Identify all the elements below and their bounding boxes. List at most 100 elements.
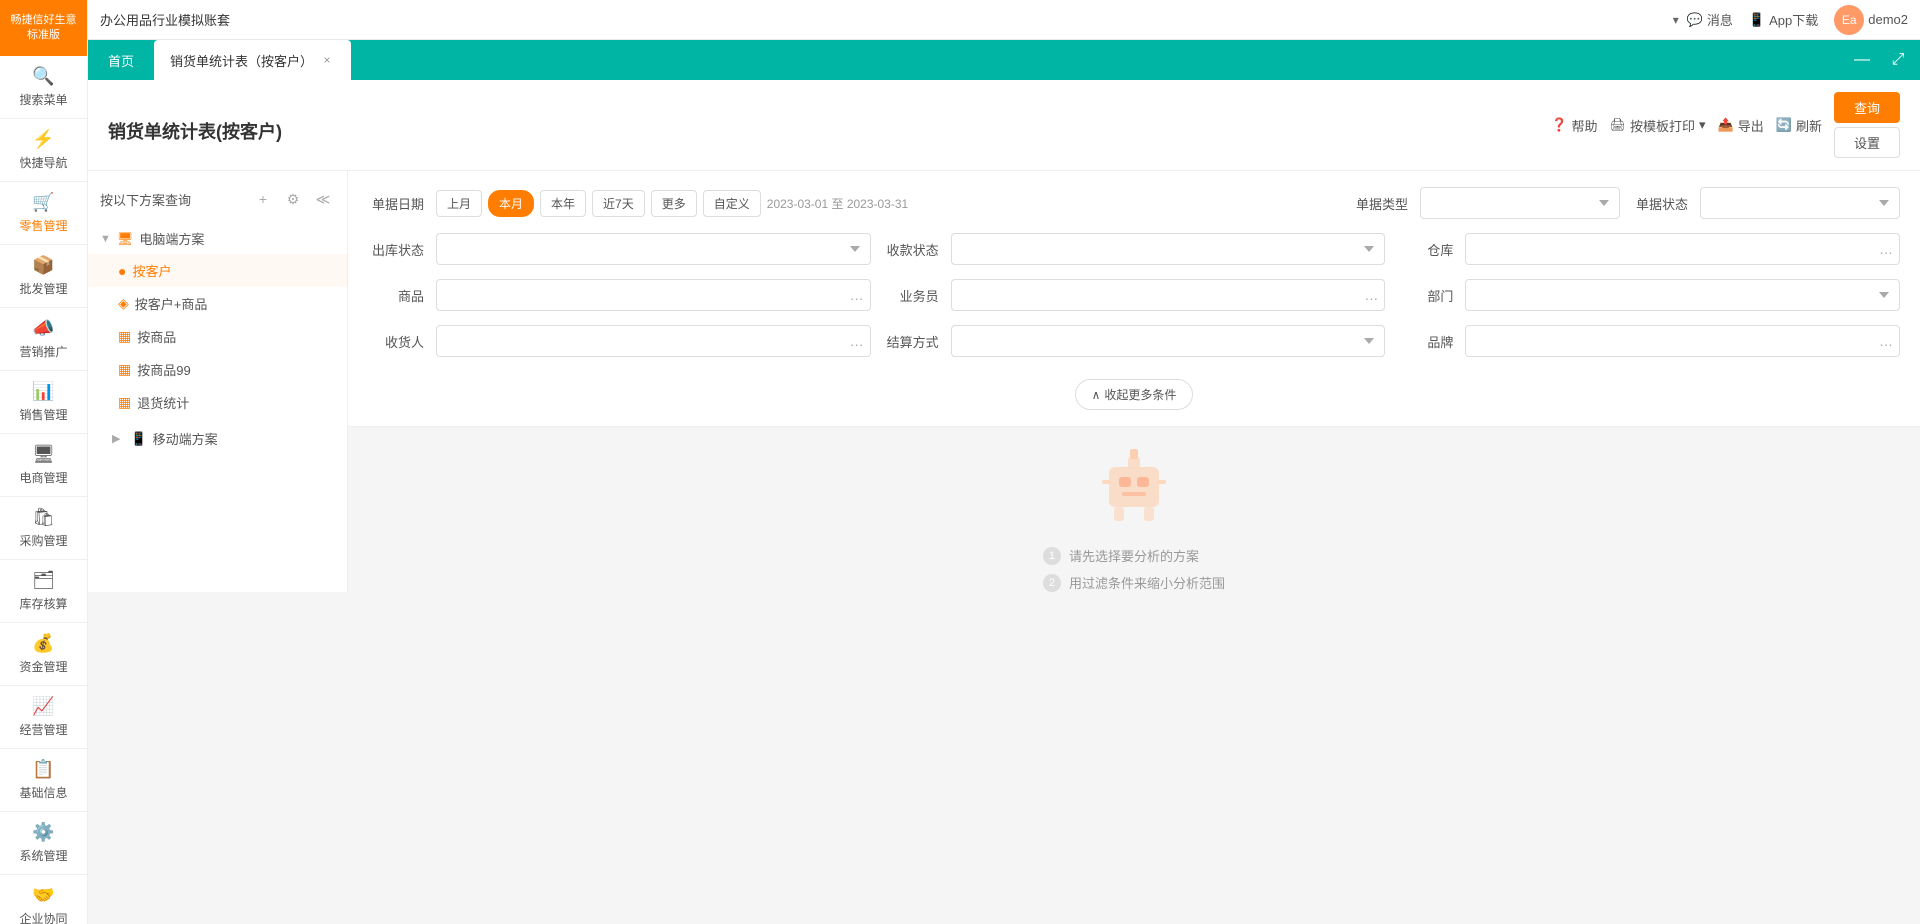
brand-input[interactable]: … bbox=[1465, 325, 1900, 357]
basic-icon: 📋 bbox=[32, 759, 54, 780]
export-action[interactable]: 📤 导出 bbox=[1718, 116, 1764, 135]
empty-tip-2: 2 用过滤条件来缩小分析范围 bbox=[1043, 573, 1225, 592]
print-dropdown-icon: ▾ bbox=[1699, 117, 1706, 133]
payment-status-label: 收款状态 bbox=[883, 240, 939, 259]
refresh-label: 刷新 bbox=[1796, 116, 1822, 135]
panel-collapse-button[interactable]: ≪ bbox=[311, 187, 335, 211]
last-month-btn[interactable]: 上月 bbox=[436, 190, 482, 217]
order-status-select[interactable] bbox=[1700, 187, 1900, 219]
out-status-select[interactable] bbox=[436, 233, 871, 265]
return-stats-label: 退货统计 bbox=[137, 393, 189, 412]
panel-item-by-goods99[interactable]: ▦ 按商品99 bbox=[88, 353, 347, 386]
main-area: 办公用品行业模拟账套 ▾ 💬 消息 📱 App下载 Ea demo2 首页 bbox=[88, 0, 1920, 924]
sidebar-item-inventory[interactable]: 🗂 库存核算 bbox=[0, 560, 88, 623]
mobile-group-arrow: ▶ bbox=[112, 432, 120, 445]
panel-item-return-stats[interactable]: ▦ 退货统计 bbox=[88, 386, 347, 419]
sidebar-item-quick-nav[interactable]: ⚡ 快捷导航 bbox=[0, 119, 88, 182]
tab-active-sales-stats[interactable]: 销货单统计表（按客户） × bbox=[154, 40, 351, 80]
left-panel: 按以下方案查询 + ⚙ ≪ ▼ 🖥 电脑端方案 ● 按客户 bbox=[88, 171, 348, 592]
collapse-button[interactable]: ∧ 收起更多条件 bbox=[1075, 379, 1194, 410]
app-download-label: App下载 bbox=[1769, 10, 1818, 29]
app-download-action[interactable]: 📱 App下载 bbox=[1749, 10, 1818, 29]
this-month-btn[interactable]: 本月 bbox=[488, 190, 534, 217]
page-header: 销货单统计表(按客户) ❓ 帮助 🖨 按模板打印 ▾ 📤 导出 🔄 刷新 bbox=[88, 80, 1920, 171]
warehouse-dots[interactable]: … bbox=[1879, 241, 1893, 257]
app-download-icon: 📱 bbox=[1749, 12, 1765, 28]
date-label: 单据日期 bbox=[368, 194, 424, 213]
inventory-icon: 🗂 bbox=[32, 570, 55, 591]
panel-item-by-customer-goods[interactable]: ◈ 按客户+商品 bbox=[88, 287, 347, 320]
help-action[interactable]: ❓ 帮助 bbox=[1551, 116, 1597, 135]
order-status-label: 单据状态 bbox=[1632, 194, 1688, 213]
by-customer-label: 按客户 bbox=[132, 261, 171, 280]
panel-add-button[interactable]: + bbox=[251, 187, 275, 211]
print-action[interactable]: 🖨 按模板打印 ▾ bbox=[1610, 116, 1706, 135]
industry-title: 办公用品行业模拟账套 bbox=[100, 10, 1665, 29]
message-action[interactable]: 💬 消息 bbox=[1687, 10, 1733, 29]
sidebar-item-marketing[interactable]: 📣 营销推广 bbox=[0, 308, 88, 371]
order-type-select[interactable] bbox=[1420, 187, 1620, 219]
panel-settings-button[interactable]: ⚙ bbox=[281, 187, 305, 211]
this-year-btn[interactable]: 本年 bbox=[540, 190, 586, 217]
sidebar-item-inventory-label: 库存核算 bbox=[19, 595, 67, 612]
goods-input[interactable]: … bbox=[436, 279, 871, 311]
mobile-group-header[interactable]: ▶ 📱 移动端方案 bbox=[88, 423, 347, 454]
pc-group-header[interactable]: ▼ 🖥 电脑端方案 bbox=[88, 223, 347, 254]
tab-restore-button[interactable]: ⤢ bbox=[1884, 46, 1912, 74]
last7days-btn[interactable]: 近7天 bbox=[592, 190, 645, 217]
sidebar-item-purchase[interactable]: 🛍 采购管理 bbox=[0, 497, 88, 560]
receiver-input[interactable]: … bbox=[436, 325, 871, 357]
sidebar-item-search-menu[interactable]: 🔍 搜索菜单 bbox=[0, 56, 88, 119]
panel-item-by-customer[interactable]: ● 按客户 bbox=[88, 254, 347, 287]
tip-num-2: 2 bbox=[1043, 574, 1061, 592]
brand-label: 品牌 bbox=[1397, 332, 1453, 351]
filter-row-4: 收货人 … 结算方式 品牌 … bbox=[368, 325, 1900, 357]
settlement-select[interactable] bbox=[951, 325, 1386, 357]
tab-home[interactable]: 首页 bbox=[88, 40, 154, 80]
department-select[interactable] bbox=[1465, 279, 1900, 311]
order-type-label: 单据类型 bbox=[1352, 194, 1408, 213]
tip-label-2: 用过滤条件来缩小分析范围 bbox=[1069, 573, 1225, 592]
refresh-action[interactable]: 🔄 刷新 bbox=[1776, 116, 1822, 135]
salesperson-dots[interactable]: … bbox=[1364, 287, 1378, 303]
industry-dropdown-arrow[interactable]: ▾ bbox=[1673, 13, 1679, 27]
more-date-btn[interactable]: 更多 bbox=[651, 190, 697, 217]
receiver-dots[interactable]: … bbox=[850, 333, 864, 349]
print-label: 按模板打印 bbox=[1630, 116, 1695, 135]
sidebar-item-search-label: 搜索菜单 bbox=[19, 91, 67, 108]
sidebar-item-sales[interactable]: 📊 销售管理 bbox=[0, 371, 88, 434]
brand-dots[interactable]: … bbox=[1879, 333, 1893, 349]
sidebar-item-enterprise[interactable]: 🤝 企业协同 bbox=[0, 875, 88, 924]
panel-header: 按以下方案查询 + ⚙ ≪ bbox=[88, 179, 347, 219]
sidebar-item-finance[interactable]: 💰 资金管理 bbox=[0, 623, 88, 686]
sidebar-item-operations-label: 经营管理 bbox=[19, 721, 67, 738]
query-button[interactable]: 查询 bbox=[1834, 92, 1900, 123]
sidebar-item-basic[interactable]: 📋 基础信息 bbox=[0, 749, 88, 812]
sidebar-item-finance-label: 资金管理 bbox=[19, 658, 67, 675]
by-customer-goods-icon: ◈ bbox=[118, 295, 129, 312]
help-icon: ❓ bbox=[1551, 117, 1567, 133]
goods-dots[interactable]: … bbox=[850, 287, 864, 303]
settings-button[interactable]: 设置 bbox=[1834, 127, 1900, 158]
sidebar-item-wholesale[interactable]: 📦 批发管理 bbox=[0, 245, 88, 308]
payment-status-select[interactable] bbox=[951, 233, 1386, 265]
sidebar-item-retail[interactable]: 🛒 零售管理 bbox=[0, 182, 88, 245]
by-goods-label: 按商品 bbox=[137, 327, 176, 346]
warehouse-input[interactable]: … bbox=[1465, 233, 1900, 265]
collapse-icon: ∧ bbox=[1092, 388, 1101, 402]
topbar: 办公用品行业模拟账套 ▾ 💬 消息 📱 App下载 Ea demo2 bbox=[88, 0, 1920, 40]
sidebar-item-ecommerce[interactable]: 🖥 电商管理 bbox=[0, 434, 88, 497]
tab-minimize-button[interactable]: — bbox=[1848, 46, 1876, 74]
custom-date-btn[interactable]: 自定义 bbox=[703, 190, 761, 217]
sidebar-item-system[interactable]: ⚙️ 系统管理 bbox=[0, 812, 88, 875]
sidebar-item-operations[interactable]: 📈 经营管理 bbox=[0, 686, 88, 749]
salesperson-input[interactable]: … bbox=[951, 279, 1386, 311]
tab-close-button[interactable]: × bbox=[319, 52, 335, 68]
by-customer-icon: ● bbox=[118, 263, 126, 279]
salesperson-label: 业务员 bbox=[883, 286, 939, 305]
user-profile[interactable]: Ea demo2 bbox=[1834, 5, 1908, 35]
panel-item-by-goods[interactable]: ▦ 按商品 bbox=[88, 320, 347, 353]
out-status-label: 出库状态 bbox=[368, 240, 424, 259]
page-header-actions: ❓ 帮助 🖨 按模板打印 ▾ 📤 导出 🔄 刷新 查询 bbox=[1551, 92, 1900, 170]
mobile-group-label: 移动端方案 bbox=[153, 429, 218, 448]
